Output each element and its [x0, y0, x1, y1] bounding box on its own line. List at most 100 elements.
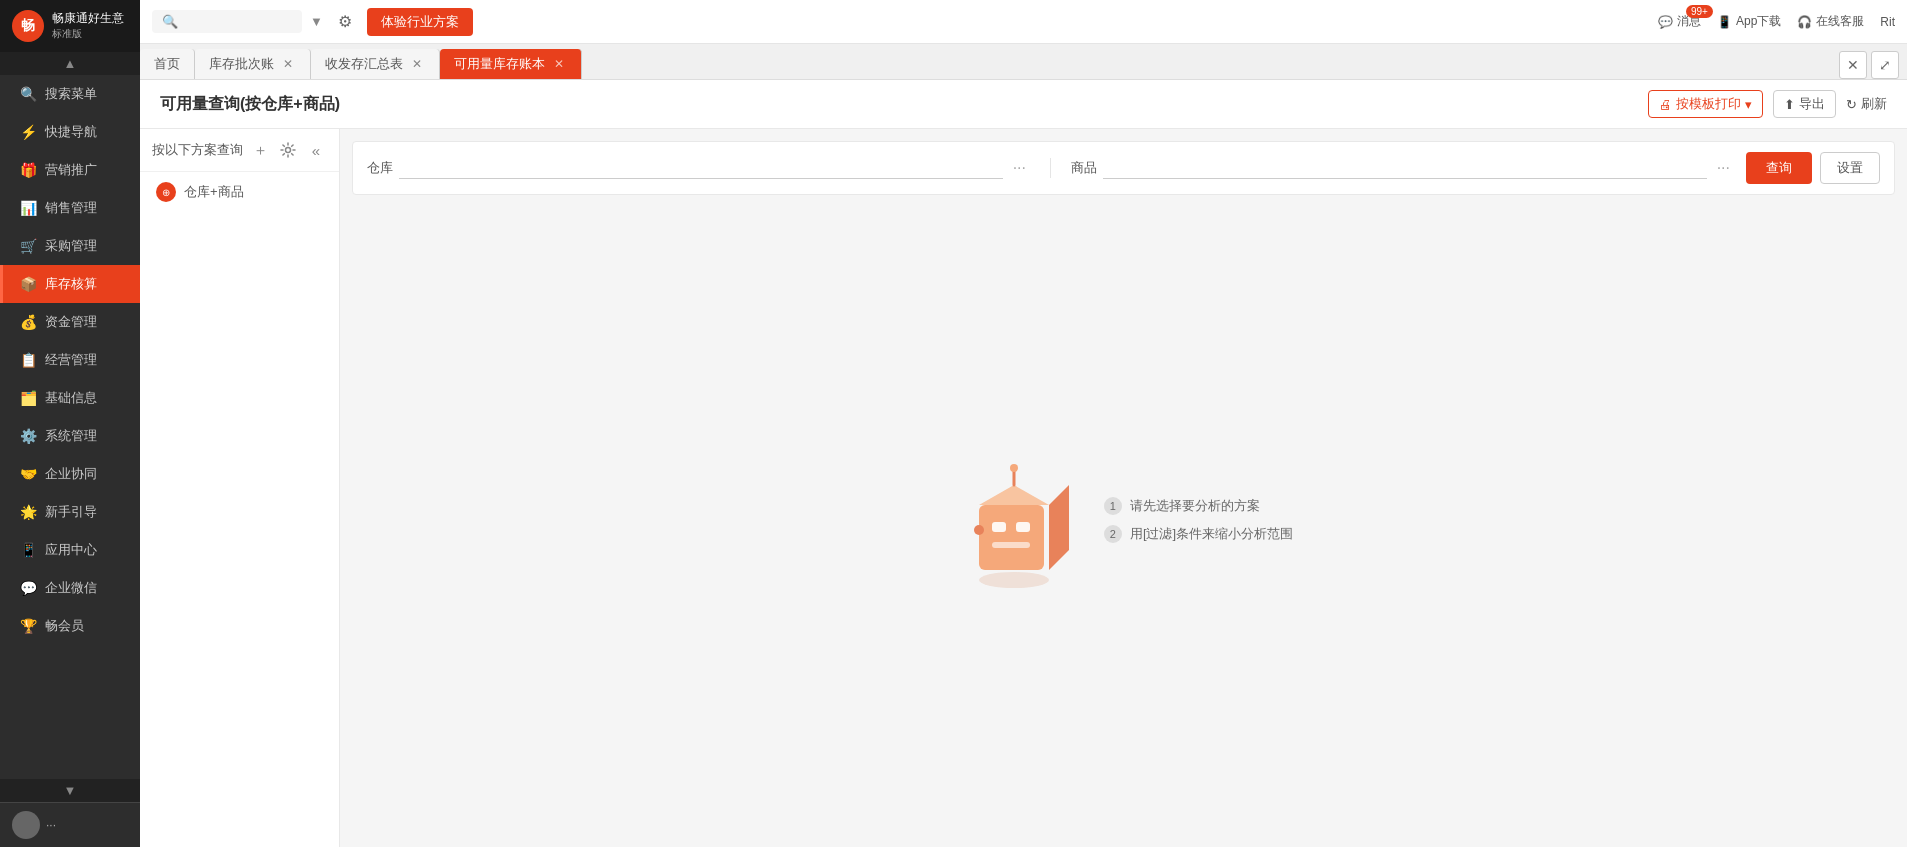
left-panel-header-actions: ＋ « — [249, 139, 327, 161]
page-actions: 🖨 按模板打印 ▾ ⬆ 导出 ↻ 刷新 — [1648, 90, 1887, 118]
printer-icon: 🖨 — [1659, 97, 1672, 112]
template-print-label: 按模板打印 — [1676, 95, 1741, 113]
svg-marker-3 — [979, 485, 1049, 505]
step-1-num: 1 — [1104, 497, 1122, 515]
refresh-button[interactable]: ↻ 刷新 — [1846, 95, 1887, 113]
empty-step-2: 2 用[过滤]条件来缩小分析范围 — [1104, 525, 1293, 543]
sidebar-item-member[interactable]: 🏆 畅会员 — [0, 607, 140, 645]
tab-receipt-summary-close[interactable]: ✕ — [409, 56, 425, 72]
search-input[interactable] — [182, 15, 282, 29]
message-button[interactable]: 💬 消息 99+ — [1658, 13, 1701, 30]
collapse-panel-button[interactable]: « — [305, 139, 327, 161]
goods-more-button[interactable]: ··· — [1713, 159, 1734, 177]
sidebar-item-newbie[interactable]: 🌟 新手引导 — [0, 493, 140, 531]
footer-username: ··· — [46, 818, 56, 832]
sidebar-item-enterprise[interactable]: 🤝 企业协同 — [0, 455, 140, 493]
app-label: App下载 — [1736, 13, 1781, 30]
topbar-right: 💬 消息 99+ 📱 App下载 🎧 在线客服 Rit — [1658, 13, 1895, 30]
sidebar-item-label: 搜索菜单 — [45, 85, 97, 103]
svg-point-8 — [974, 525, 984, 535]
tab-batch-ledger-close[interactable]: ✕ — [280, 56, 296, 72]
tab-receipt-summary[interactable]: 收发存汇总表 ✕ — [311, 49, 440, 79]
tab-available-ledger-close[interactable]: ✕ — [551, 56, 567, 72]
close-tab-button[interactable]: ✕ — [1839, 51, 1867, 79]
mobile-icon: 📱 — [19, 542, 37, 558]
trial-button[interactable]: 体验行业方案 — [367, 8, 473, 36]
customer-service-button[interactable]: 🎧 在线客服 — [1797, 13, 1864, 30]
search-icon: 🔍 — [19, 86, 37, 102]
chart-icon: 📊 — [19, 200, 37, 216]
scheme-settings-button[interactable] — [277, 139, 299, 161]
sidebar-item-inventory[interactable]: 📦 库存核算 — [0, 265, 140, 303]
warehouse-filter: 仓库 ··· — [367, 157, 1030, 179]
add-scheme-button[interactable]: ＋ — [249, 139, 271, 161]
sidebar-item-appstore[interactable]: 📱 应用中心 — [0, 531, 140, 569]
sidebar-item-marketing[interactable]: 🎁 营销推广 — [0, 151, 140, 189]
sidebar-item-label: 畅会员 — [45, 617, 84, 635]
set-button[interactable]: 设置 — [1820, 152, 1880, 184]
sidebar-footer[interactable]: ··· — [0, 802, 140, 847]
sidebar-item-label: 企业协同 — [45, 465, 97, 483]
app-icon: 📱 — [1717, 15, 1732, 29]
svg-rect-2 — [979, 505, 1044, 570]
template-print-button[interactable]: 🖨 按模板打印 ▾ — [1648, 90, 1763, 118]
tab-batch-ledger-label: 库存批次账 — [209, 55, 274, 73]
query-button[interactable]: 查询 — [1746, 152, 1812, 184]
tab-batch-ledger[interactable]: 库存批次账 ✕ — [195, 49, 311, 79]
sidebar-item-shortcut[interactable]: ⚡ 快捷导航 — [0, 113, 140, 151]
sidebar-item-label: 库存核算 — [45, 275, 97, 293]
settings-icon[interactable]: ⚙ — [331, 8, 359, 36]
svg-rect-7 — [992, 542, 1030, 548]
step-2-num: 2 — [1104, 525, 1122, 543]
svg-rect-5 — [992, 522, 1006, 532]
step-2-text: 用[过滤]条件来缩小分析范围 — [1130, 525, 1293, 543]
dropdown-arrow[interactable]: ▼ — [310, 14, 323, 29]
left-panel: 按以下方案查询 ＋ « ⊕ 仓库+商品 — [140, 129, 340, 847]
username-display[interactable]: Rit — [1880, 15, 1895, 29]
tab-home[interactable]: 首页 — [140, 49, 195, 79]
box-icon: 📦 — [19, 276, 37, 292]
sidebar-item-system[interactable]: ⚙️ 系统管理 — [0, 417, 140, 455]
left-panel-header: 按以下方案查询 ＋ « — [140, 129, 339, 172]
filter-separator — [1050, 158, 1051, 178]
sidebar-down-scroll[interactable]: ▼ — [64, 783, 77, 798]
template-dropdown-icon[interactable]: ▾ — [1745, 97, 1752, 112]
goods-input[interactable] — [1103, 157, 1707, 179]
sidebar-item-label: 采购管理 — [45, 237, 97, 255]
filter-row: 仓库 ··· 商品 ··· 查询 设置 — [352, 141, 1895, 195]
sidebar-item-operations[interactable]: 📋 经营管理 — [0, 341, 140, 379]
sidebar-item-purchase[interactable]: 🛒 采购管理 — [0, 227, 140, 265]
tab-available-ledger-label: 可用量库存账本 — [454, 55, 545, 73]
sidebar-brand: 畅康通好生意 标准版 — [52, 11, 124, 41]
refresh-label: 刷新 — [1861, 95, 1887, 113]
warehouse-more-button[interactable]: ··· — [1009, 159, 1030, 177]
app-download-button[interactable]: 📱 App下载 — [1717, 13, 1781, 30]
goods-filter: 商品 ··· — [1071, 157, 1734, 179]
sidebar-item-basic[interactable]: 🗂️ 基础信息 — [0, 379, 140, 417]
tab-available-ledger[interactable]: 可用量库存账本 ✕ — [440, 49, 582, 79]
sidebar-up-scroll[interactable]: ▲ — [64, 56, 77, 71]
cog-icon — [280, 142, 296, 158]
sidebar-logo: 畅 — [12, 10, 44, 42]
sidebar-item-label: 营销推广 — [45, 161, 97, 179]
page-header: 可用量查询(按仓库+商品) 🖨 按模板打印 ▾ ⬆ 导出 ↻ 刷新 — [140, 80, 1907, 129]
warehouse-input[interactable] — [399, 157, 1003, 179]
sidebar-item-sales[interactable]: 📊 销售管理 — [0, 189, 140, 227]
topbar: 🔍 ▼ ⚙ 体验行业方案 💬 消息 99+ 📱 App下载 🎧 在线客服 Rit — [140, 0, 1907, 44]
logo-text: 畅 — [21, 17, 35, 35]
scheme-item-warehouse-goods[interactable]: ⊕ 仓库+商品 — [140, 172, 339, 212]
message-badge: 99+ — [1686, 5, 1713, 18]
export-button[interactable]: ⬆ 导出 — [1773, 90, 1836, 118]
sidebar-item-finance[interactable]: 💰 资金管理 — [0, 303, 140, 341]
tab-receipt-summary-label: 收发存汇总表 — [325, 55, 403, 73]
svg-point-0 — [286, 148, 291, 153]
sidebar-item-wechat[interactable]: 💬 企业微信 — [0, 569, 140, 607]
content-area: 按以下方案查询 ＋ « ⊕ 仓库+商品 — [140, 129, 1907, 847]
refresh-icon: ↻ — [1846, 97, 1857, 112]
empty-state: 1 请先选择要分析的方案 2 用[过滤]条件来缩小分析范围 — [352, 205, 1895, 835]
expand-button[interactable]: ⤢ — [1871, 51, 1899, 79]
scheme-icon: ⊕ — [156, 182, 176, 202]
sidebar-item-search[interactable]: 🔍 搜索菜单 — [0, 75, 140, 113]
export-icon: ⬆ — [1784, 97, 1795, 112]
sidebar-item-label: 经营管理 — [45, 351, 97, 369]
